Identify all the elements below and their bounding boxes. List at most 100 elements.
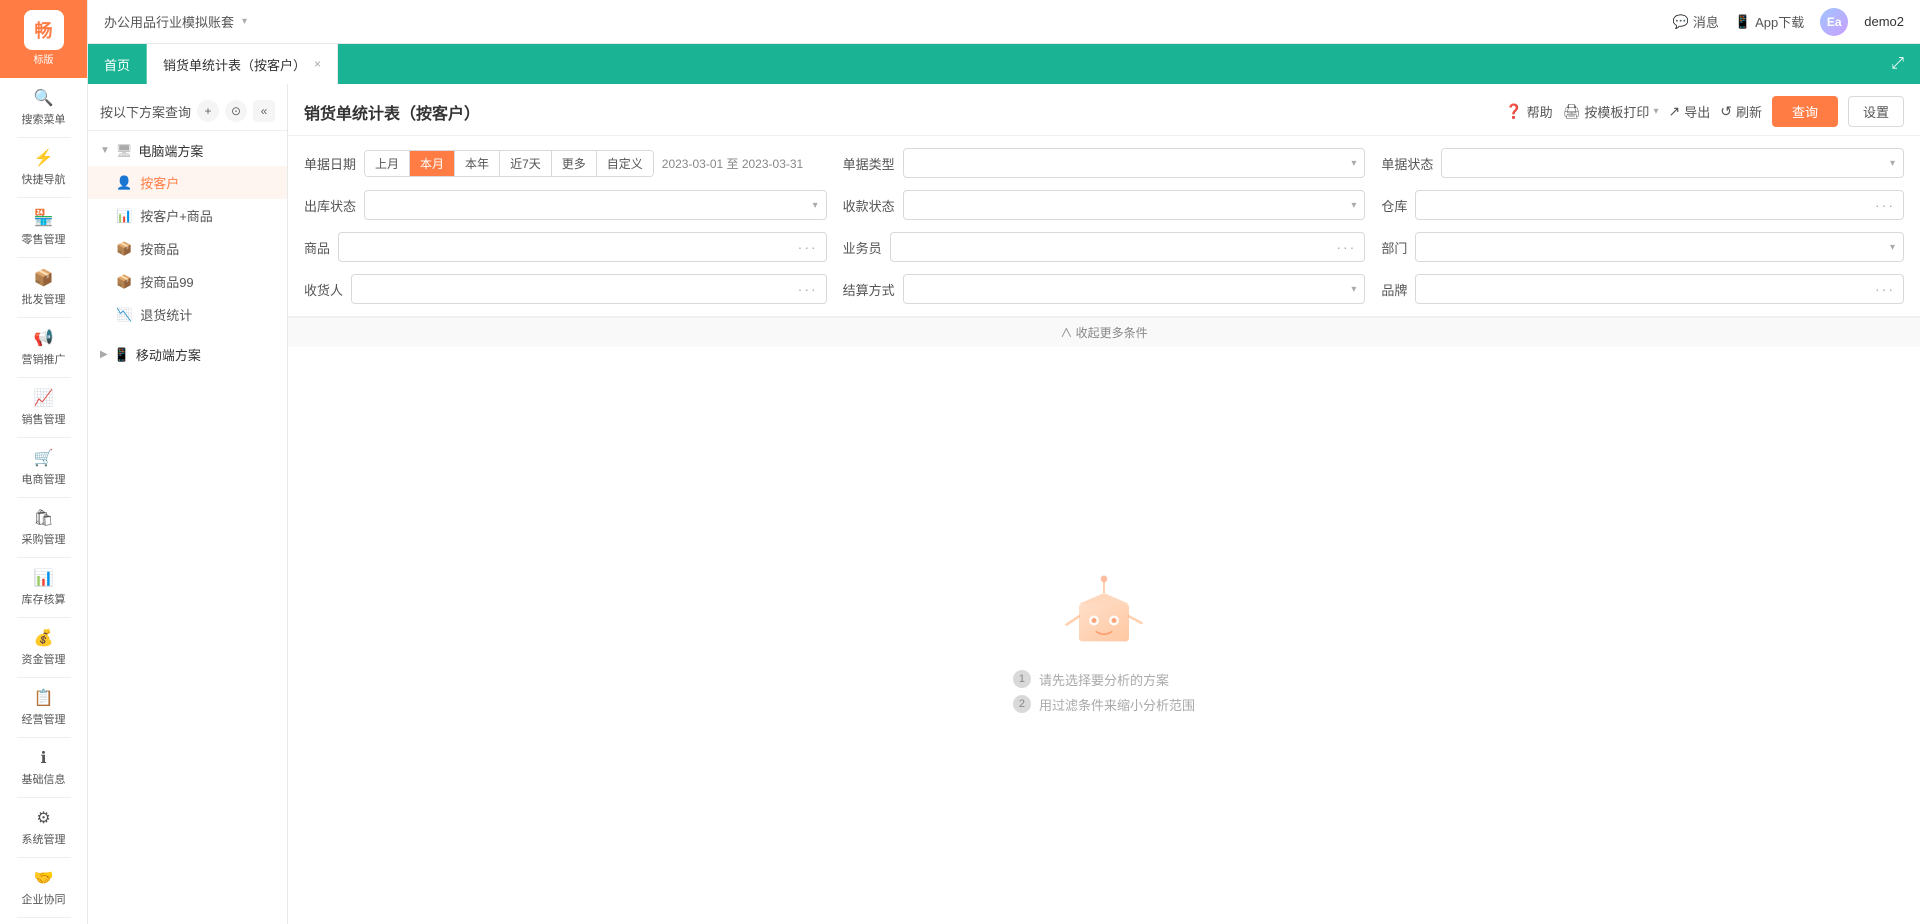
sidebar-item-13[interactable]: 🤝企业协同 <box>17 858 71 918</box>
print-btn[interactable]: 🖨 按模板打印 ▾ <box>1563 102 1659 121</box>
nav-collapse-btn[interactable]: « <box>253 100 275 122</box>
sidebar-icon-0: 🔍 <box>22 88 66 108</box>
empty-illustration <box>1054 558 1154 658</box>
nav-group-mobile-title[interactable]: ▶ 📱 移动端方案 <box>88 339 287 370</box>
window-max-icon: ⤢ <box>1891 55 1904 72</box>
receiver-control[interactable]: ··· <box>351 274 827 304</box>
nav-group-mobile: ▶ 📱 移动端方案 <box>88 335 287 374</box>
tab-home[interactable]: 首页 <box>88 44 147 84</box>
breadcrumb: 办公用品行业模拟账套 ▾ <box>104 12 247 31</box>
sidebar-icon-9: 💰 <box>22 628 66 648</box>
nav-add-btn[interactable]: + <box>197 100 219 122</box>
sidebar-icon-1: ⚡ <box>22 148 66 168</box>
top-header: 办公用品行业模拟账套 ▾ 💬 消息 📱 App下载 Ea demo2 <box>88 0 1920 44</box>
export-btn[interactable]: ↗ 导出 <box>1668 102 1710 121</box>
date-range-text: 2023-03-01 至 2023-03-31 <box>662 155 803 172</box>
tip-text-1: 请先选择要分析的方案 <box>1039 670 1169 689</box>
left-nav-panel: 按以下方案查询 + ⊙ « ▼ 🖥 <box>88 84 288 924</box>
sidebar-item-5[interactable]: 📈销售管理 <box>17 378 71 438</box>
product-dots: ··· <box>798 239 818 255</box>
settlement-arrow: ▾ <box>1351 284 1356 295</box>
ship-status-arrow: ▾ <box>813 200 818 211</box>
settings-button[interactable]: 设置 <box>1848 96 1904 127</box>
date-tab-more-label: 更多 <box>562 157 586 171</box>
sidebar-item-10[interactable]: 📋经营管理 <box>17 678 71 738</box>
date-tab-more[interactable]: 更多 <box>552 151 597 176</box>
order-status-control[interactable]: ▾ <box>1441 148 1904 178</box>
warehouse-dots: ··· <box>1875 197 1895 213</box>
message-icon: 💬 <box>1673 14 1689 30</box>
date-tab-last-month[interactable]: 上月 <box>365 151 410 176</box>
tab-expand-btn[interactable]: ⤢ <box>1875 55 1920 73</box>
help-btn[interactable]: ❓ 帮助 <box>1505 102 1552 121</box>
ship-status-control[interactable]: ▾ <box>364 190 827 220</box>
sidebar-label-12: 系统管理 <box>22 834 66 846</box>
filter-row-1: 单据日期 上月 本月 本年 <box>304 148 1904 178</box>
filter-collapse-btn[interactable]: ∧ 收起更多条件 <box>288 317 1920 347</box>
payment-status-control[interactable]: ▾ <box>903 190 1366 220</box>
sidebar-item-7[interactable]: 🛍采购管理 <box>17 498 71 558</box>
date-tab-this-month[interactable]: 本月 <box>410 151 455 176</box>
department-control[interactable]: ▾ <box>1415 232 1904 262</box>
query-button[interactable]: 查询 <box>1772 96 1838 127</box>
group-icon-desktop: 🖥 <box>116 143 133 159</box>
sidebar-icon-3: 📦 <box>22 268 66 288</box>
product-control[interactable]: ··· <box>338 232 827 262</box>
left-nav-header: 按以下方案查询 + ⊙ « <box>88 92 287 131</box>
main-area: 办公用品行业模拟账套 ▾ 💬 消息 📱 App下载 Ea demo2 首页 销货… <box>88 0 1920 924</box>
filter-ship-status-item: 出库状态 ▾ <box>304 190 827 220</box>
refresh-btn[interactable]: ↺ 刷新 <box>1720 102 1762 121</box>
sidebar-item-6[interactable]: 🛒电商管理 <box>17 438 71 498</box>
salesperson-control[interactable]: ··· <box>890 232 1366 262</box>
sidebar-item-1[interactable]: ⚡快捷导航 <box>17 138 71 198</box>
nav-item-customer[interactable]: 👤 按客户 <box>88 166 287 199</box>
nav-item-return-stats[interactable]: 📉 退货统计 <box>88 298 287 331</box>
group-icon-mobile: 📱 <box>114 347 130 363</box>
tab-close-icon[interactable]: × <box>314 57 321 71</box>
nav-item-customer-product[interactable]: 📊 按客户+商品 <box>88 199 287 232</box>
nav-settings-btn[interactable]: ⊙ <box>225 100 247 122</box>
sidebar-label-0: 搜索菜单 <box>22 114 66 126</box>
group-arrow-desktop: ▼ <box>100 145 110 156</box>
nav-item-product[interactable]: 📦 按商品 <box>88 232 287 265</box>
tab-active-label: 销货单统计表（按客户） <box>163 55 306 74</box>
sidebar-item-12[interactable]: ⚙系统管理 <box>17 798 71 858</box>
report-header: 销货单统计表（按客户） ❓ 帮助 🖨 按模板打印 ▾ ↗ 导出 <box>288 84 1920 136</box>
filter-settlement-item: 结算方式 ▾ <box>843 274 1366 304</box>
sidebar-item-3[interactable]: 📦批发管理 <box>17 258 71 318</box>
nav-group-desktop-title[interactable]: ▼ 🖥 电脑端方案 <box>88 135 287 166</box>
sidebar-item-0[interactable]: 🔍 搜索菜单 <box>17 78 71 138</box>
sidebar-label-10: 经营管理 <box>22 714 66 726</box>
tab-active[interactable]: 销货单统计表（按客户） × <box>147 44 338 84</box>
avatar[interactable]: Ea <box>1820 8 1848 36</box>
sidebar-icon-8: 📊 <box>22 568 66 588</box>
content-wrapper: 按以下方案查询 + ⊙ « ▼ 🖥 <box>88 84 1920 924</box>
refresh-icon: ↺ <box>1720 103 1732 120</box>
return-stats-icon: 📉 <box>116 307 132 323</box>
print-arrow: ▾ <box>1653 106 1658 117</box>
settlement-control[interactable]: ▾ <box>903 274 1366 304</box>
date-tab-custom[interactable]: 自定义 <box>597 151 653 176</box>
sidebar-item-9[interactable]: 💰资金管理 <box>17 618 71 678</box>
nav-item-product99[interactable]: 📦 按商品99 <box>88 265 287 298</box>
message-btn[interactable]: 💬 消息 <box>1673 12 1719 31</box>
warehouse-control[interactable]: ··· <box>1415 190 1904 220</box>
date-tab-last7[interactable]: 近7天 <box>500 151 552 176</box>
message-label: 消息 <box>1693 12 1719 31</box>
product-icon: 📦 <box>116 241 132 257</box>
brand-control[interactable]: ··· <box>1415 274 1904 304</box>
filter-warehouse-item: 仓库 ··· <box>1381 190 1904 220</box>
sidebar-item-4[interactable]: 📢营销推广 <box>17 318 71 378</box>
salesperson-label: 业务员 <box>843 238 882 257</box>
print-icon: 🖨 <box>1563 103 1581 120</box>
sidebar-item-11[interactable]: ℹ基础信息 <box>17 738 71 798</box>
empty-tips: 1 请先选择要分析的方案 2 用过滤条件来缩小分析范围 <box>1013 670 1195 714</box>
order-type-control[interactable]: ▾ <box>903 148 1366 178</box>
app-download-btn[interactable]: 📱 App下载 <box>1735 12 1804 31</box>
sidebar-icon-11: ℹ <box>22 748 66 768</box>
sidebar-item-8[interactable]: 📊库存核算 <box>17 558 71 618</box>
sidebar-item-14[interactable]: 🎯新手引导 <box>17 918 71 924</box>
filter-order-type-item: 单据类型 ▾ <box>843 148 1366 178</box>
sidebar-item-2[interactable]: 🏪零售管理 <box>17 198 71 258</box>
date-tab-this-year[interactable]: 本年 <box>455 151 500 176</box>
